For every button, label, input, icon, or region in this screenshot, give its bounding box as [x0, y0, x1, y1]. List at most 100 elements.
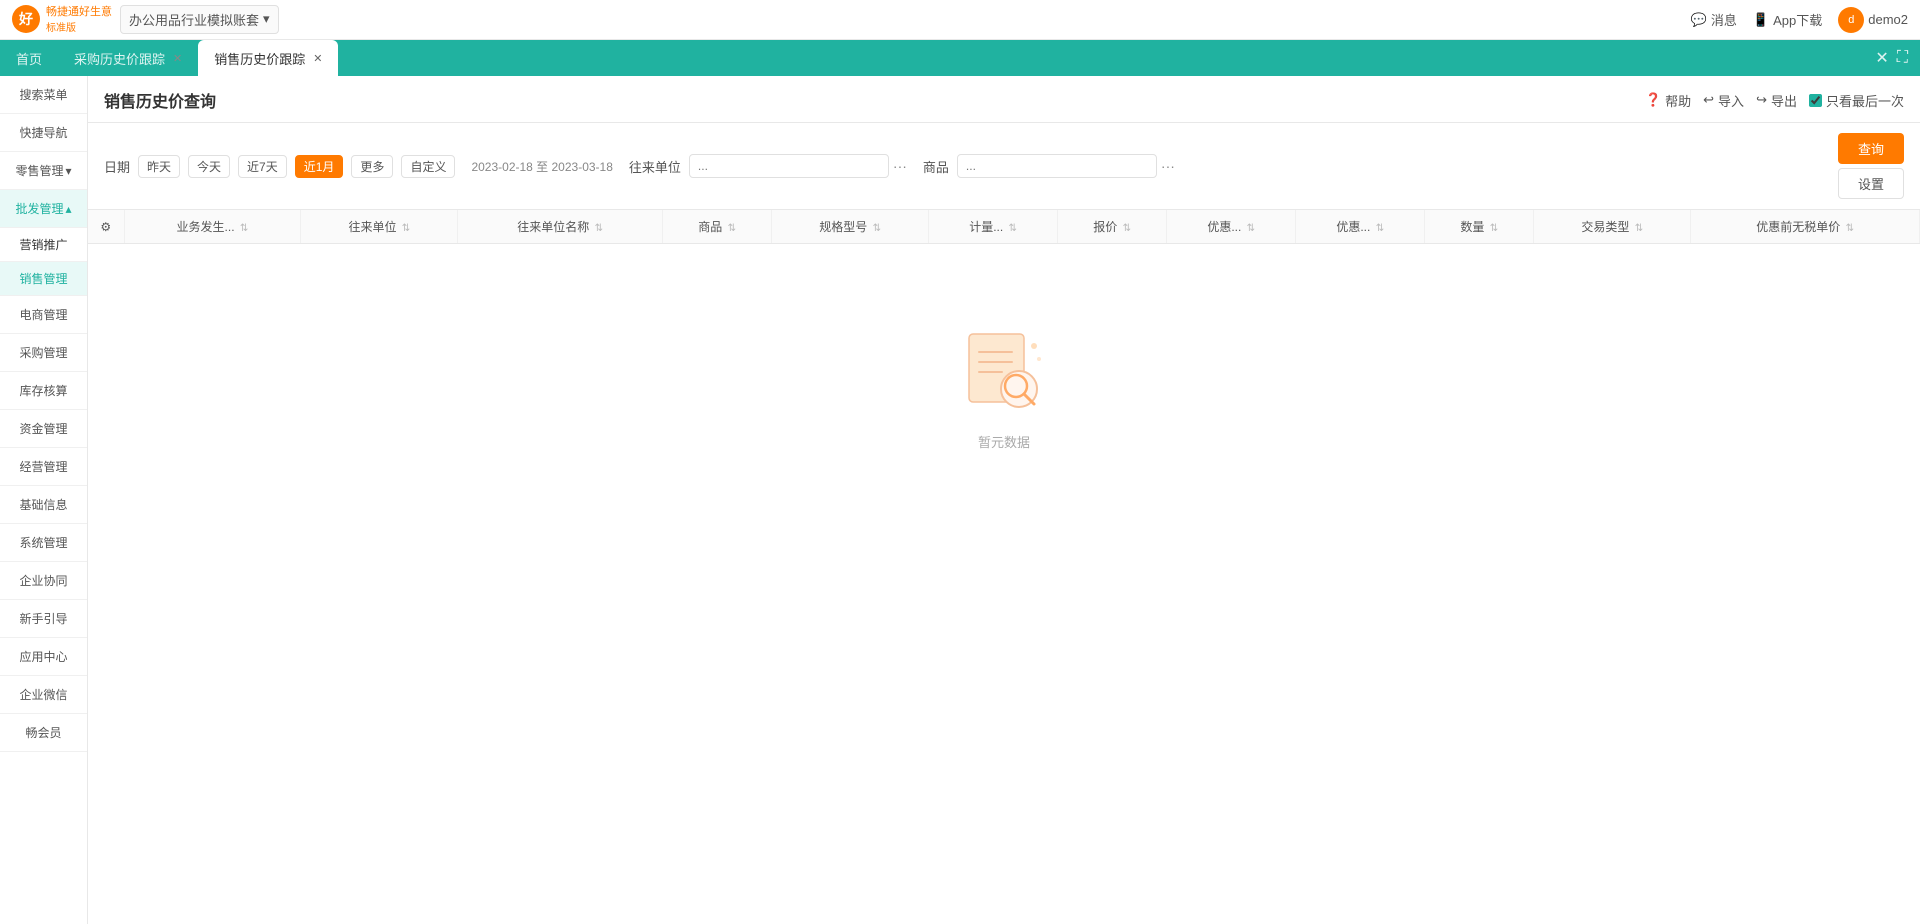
only-last-checkbox[interactable]: [1809, 94, 1822, 107]
user-name: demo2: [1868, 12, 1908, 27]
app-download-button[interactable]: 📱 App下载: [1753, 10, 1822, 29]
only-last-toggle[interactable]: 只看最后一次: [1809, 91, 1904, 110]
date-btn-custom[interactable]: 自定义: [401, 155, 455, 178]
chevron-retail-icon: ▾: [65, 164, 71, 178]
date-btn-1month[interactable]: 近1月: [295, 155, 344, 178]
sidebar-label-finance: 资金管理: [19, 422, 67, 436]
sidebar-item-finance[interactable]: 资金管理: [0, 410, 87, 448]
sidebar-label-enterprise: 企业协同: [19, 574, 67, 588]
sidebar-label-ecommerce: 电商管理: [19, 308, 67, 322]
sidebar-label-retail: 零售管理: [15, 162, 63, 179]
page-actions: ❓ 帮助 ↩ 导入 ↪ 导出 只看最后一次: [1645, 91, 1904, 110]
sidebar-item-sales-mgmt[interactable]: 销售管理: [0, 262, 87, 296]
page-title-row: 销售历史价查询 ❓ 帮助 ↩ 导入 ↪ 导出: [104, 88, 1904, 112]
date-btn-more[interactable]: 更多: [351, 155, 393, 178]
date-btn-yesterday[interactable]: 昨天: [138, 155, 180, 178]
query-button[interactable]: 查询: [1838, 133, 1904, 164]
sort-product-icon: ⇅: [728, 223, 736, 234]
tab-sales-close-icon[interactable]: ✕: [313, 52, 322, 65]
tab-purchase-history[interactable]: 采购历史价跟踪 ✕: [58, 40, 198, 76]
sort-spec-icon: ⇅: [873, 223, 881, 234]
sort-trade-type-icon: ⇅: [1635, 223, 1643, 234]
date-range-text: 2023-02-18 至 2023-03-18: [471, 158, 612, 175]
logo-text: 畅捷通好生意: [46, 5, 112, 19]
sidebar-label-wholesale: 批发管理: [15, 200, 63, 217]
setting-button[interactable]: 设置: [1838, 168, 1904, 199]
tab-home-label: 首页: [16, 49, 42, 68]
sort-quote-icon: ⇅: [1123, 223, 1131, 234]
messages-label: 消息: [1711, 10, 1737, 29]
avatar: d: [1838, 7, 1864, 33]
logo-sub: 标准版: [46, 19, 112, 34]
col-no-tax-price[interactable]: 优惠前无税单价 ⇅: [1691, 210, 1920, 244]
close-window-icon[interactable]: ✕: [1875, 48, 1888, 68]
tab-sales-history[interactable]: 销售历史价跟踪 ✕: [198, 40, 338, 76]
logo-icon: 好: [12, 5, 40, 33]
sidebar-label-quicknav: 快捷导航: [19, 126, 67, 140]
maximize-icon[interactable]: ⛶: [1897, 49, 1908, 67]
sidebar-item-newbie[interactable]: 新手引导: [0, 600, 87, 638]
tab-purchase-close-icon[interactable]: ✕: [173, 52, 182, 65]
sidebar-item-purchase[interactable]: 采购管理: [0, 334, 87, 372]
col-trade-type[interactable]: 交易类型 ⇅: [1534, 210, 1691, 244]
sidebar-item-basic-info[interactable]: 基础信息: [0, 486, 87, 524]
col-unit-measure[interactable]: 计量... ⇅: [929, 210, 1058, 244]
export-button[interactable]: ↪ 导出: [1756, 91, 1797, 110]
sort-quantity-icon: ⇅: [1490, 223, 1498, 234]
product-label: 商品: [923, 157, 949, 176]
col-discount1[interactable]: 优惠... ⇅: [1167, 210, 1296, 244]
unit-input[interactable]: [689, 154, 889, 178]
sort-unit-icon: ⇅: [402, 223, 410, 234]
sort-discount1-icon: ⇅: [1247, 223, 1255, 234]
product-search-icon[interactable]: ···: [1161, 158, 1175, 174]
col-quote[interactable]: 报价 ⇅: [1058, 210, 1167, 244]
date-btn-today[interactable]: 今天: [188, 155, 230, 178]
sidebar-item-quick-nav[interactable]: 快捷导航: [0, 114, 87, 152]
tab-sales-label: 销售历史价跟踪: [214, 49, 305, 68]
messages-button[interactable]: 💬 消息: [1691, 10, 1737, 29]
sidebar-item-search-menu[interactable]: 搜索菜单: [0, 76, 87, 114]
sidebar-item-inventory[interactable]: 库存核算: [0, 372, 87, 410]
col-biz-date[interactable]: 业务发生... ⇅: [124, 210, 301, 244]
unit-label: 往来单位: [629, 157, 681, 176]
sidebar-item-vip[interactable]: 畅会员: [0, 714, 87, 752]
tab-home[interactable]: 首页: [0, 40, 58, 76]
chevron-wholesale-icon: ▴: [65, 202, 71, 216]
sidebar-item-retail[interactable]: 零售管理 ▾: [0, 152, 87, 190]
sidebar-label-basic: 基础信息: [19, 498, 67, 512]
col-discount2[interactable]: 优惠... ⇅: [1296, 210, 1425, 244]
user-area[interactable]: d demo2: [1838, 7, 1908, 33]
sidebar-item-enterprise-wechat[interactable]: 企业微信: [0, 676, 87, 714]
only-last-label: 只看最后一次: [1826, 91, 1904, 110]
sort-no-tax-icon: ⇅: [1846, 223, 1854, 234]
table-container: ⚙ 业务发生... ⇅ 往来单位 ⇅ 往来单位名称 ⇅: [88, 210, 1920, 924]
sidebar-item-app-center[interactable]: 应用中心: [0, 638, 87, 676]
filter-bar: 日期 昨天 今天 近7天 近1月 更多 自定义 2023-02-18 至 202…: [88, 123, 1920, 210]
main-layout: 搜索菜单 快捷导航 零售管理 ▾ 批发管理 ▴ 营销推广 销售管理 电商管理 采…: [0, 76, 1920, 924]
col-unit-code[interactable]: 往来单位 ⇅: [301, 210, 458, 244]
app-selector[interactable]: 办公用品行业模拟账套 ▾: [120, 5, 279, 34]
phone-icon: 📱: [1753, 12, 1769, 28]
product-input[interactable]: [957, 154, 1157, 178]
col-spec[interactable]: 规格型号 ⇅: [772, 210, 929, 244]
col-quantity[interactable]: 数量 ⇅: [1425, 210, 1534, 244]
app-name: 办公用品行业模拟账套: [129, 10, 259, 29]
sidebar-item-enterprise[interactable]: 企业协同: [0, 562, 87, 600]
col-unit-name[interactable]: 往来单位名称 ⇅: [458, 210, 663, 244]
col-product[interactable]: 商品 ⇅: [663, 210, 772, 244]
sidebar-item-ecommerce[interactable]: 电商管理: [0, 296, 87, 334]
sidebar-item-wholesale[interactable]: 批发管理 ▴: [0, 190, 87, 228]
date-btn-7days[interactable]: 近7天: [238, 155, 287, 178]
col-settings[interactable]: ⚙: [88, 210, 124, 244]
tab-purchase-label: 采购历史价跟踪: [74, 49, 165, 68]
sidebar-item-system[interactable]: 系统管理: [0, 524, 87, 562]
sidebar-item-operation[interactable]: 经营管理: [0, 448, 87, 486]
content-area: 销售历史价查询 ❓ 帮助 ↩ 导入 ↪ 导出: [88, 76, 1920, 924]
sort-discount2-icon: ⇅: [1376, 223, 1384, 234]
import-button[interactable]: ↩ 导入: [1703, 91, 1744, 110]
sidebar-item-marketing[interactable]: 营销推广: [0, 228, 87, 262]
unit-search-icon[interactable]: ···: [893, 158, 907, 174]
sidebar-label-vip: 畅会员: [25, 726, 61, 740]
help-label: 帮助: [1665, 91, 1691, 110]
help-button[interactable]: ❓ 帮助: [1645, 91, 1691, 110]
